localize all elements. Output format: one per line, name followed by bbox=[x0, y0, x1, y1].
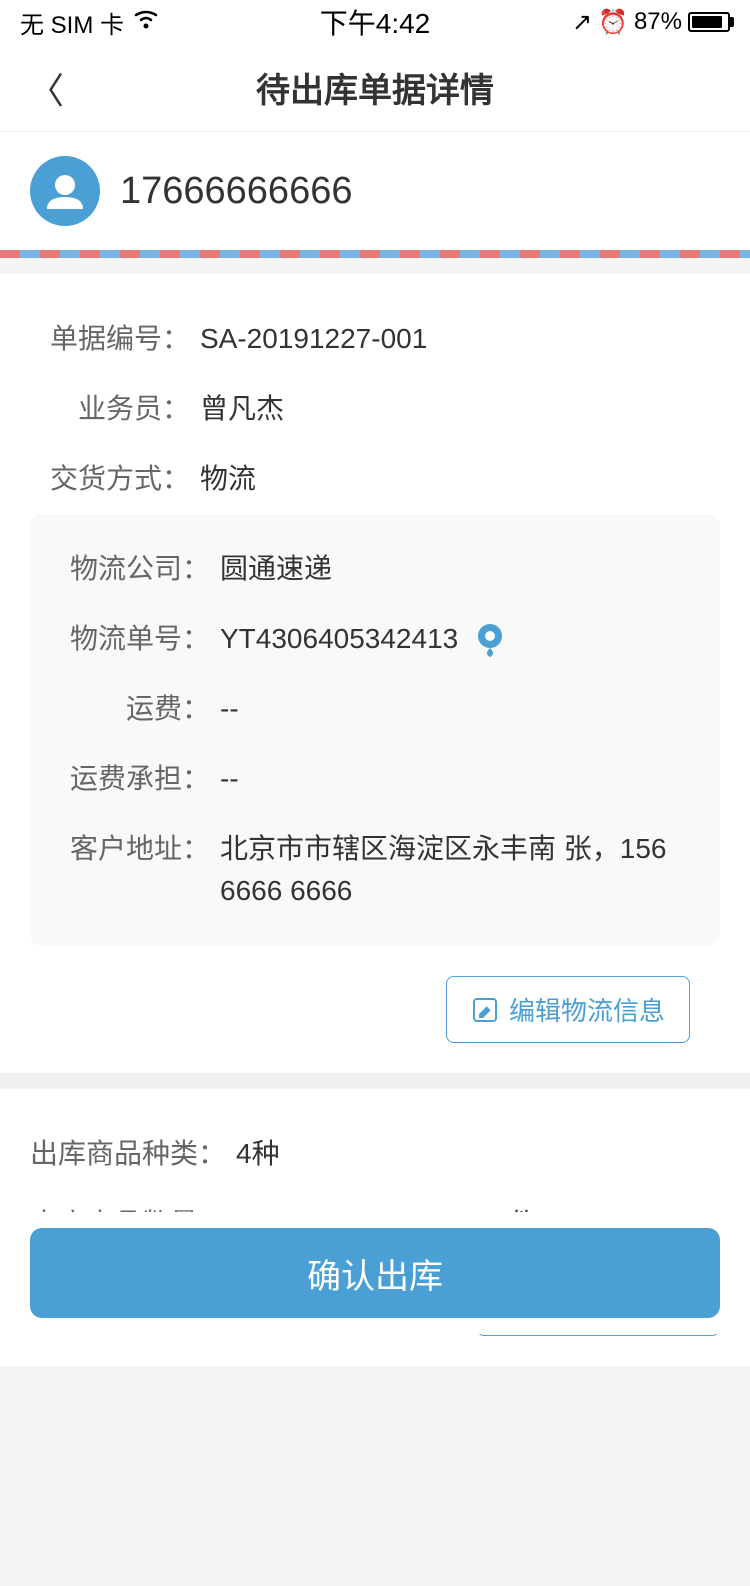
delivery-method-row: 交货方式： 物流 bbox=[30, 444, 720, 514]
address-value: 北京市市辖区海淀区永丰南 张，156 6666 6666 bbox=[210, 828, 700, 912]
order-no-label: 单据编号： bbox=[30, 318, 190, 360]
logistics-company-label: 物流公司： bbox=[50, 548, 210, 590]
address-row: 客户地址： 北京市市辖区海淀区永丰南 张，156 6666 6666 bbox=[50, 814, 700, 926]
order-no-value: SA-20191227-001 bbox=[190, 318, 720, 360]
logistics-company-row: 物流公司： 圆通速递 bbox=[50, 534, 700, 604]
status-bar-left: 无 SIM 卡 bbox=[20, 5, 160, 40]
goods-type-label: 出库商品种类： bbox=[30, 1133, 226, 1175]
confirm-label: 确认出库 bbox=[307, 1249, 443, 1298]
delivery-method-value: 物流 bbox=[190, 458, 720, 500]
content-spacer bbox=[0, 1366, 750, 1586]
edit-icon bbox=[471, 996, 499, 1024]
bottom-bar: 确认出库 bbox=[0, 1212, 750, 1334]
freight-row: 运费： -- bbox=[50, 674, 700, 744]
avatar bbox=[30, 156, 100, 226]
user-icon bbox=[43, 169, 87, 213]
map-location-icon[interactable] bbox=[472, 621, 508, 657]
goods-type-value: 4种 bbox=[226, 1133, 720, 1175]
edit-logistics-button[interactable]: 编辑物流信息 bbox=[446, 976, 690, 1043]
back-button[interactable]: 〈 bbox=[28, 62, 64, 114]
logistics-company-value: 圆通速递 bbox=[210, 548, 700, 590]
battery-icon bbox=[688, 12, 730, 32]
dashed-divider bbox=[0, 250, 750, 258]
logistics-card: 物流公司： 圆通速递 物流单号： YT4306405342413 运费： -- … bbox=[30, 514, 720, 946]
freight-value: -- bbox=[210, 688, 700, 730]
carrier-label: 无 SIM 卡 bbox=[20, 5, 124, 40]
sales-person-value: 曾凡杰 bbox=[190, 388, 720, 430]
status-bar-right: ↗ ⏰ 87% bbox=[572, 8, 730, 37]
delivery-method-label: 交货方式： bbox=[30, 458, 190, 500]
battery-label: 87% bbox=[634, 8, 682, 36]
edit-logistics-label: 编辑物流信息 bbox=[509, 991, 665, 1028]
freight-label: 运费： bbox=[50, 688, 210, 730]
status-bar: 无 SIM 卡 下午4:42 ↗ ⏰ 87% bbox=[0, 0, 750, 44]
address-label: 客户地址： bbox=[50, 828, 210, 870]
alarm-icon: ⏰ bbox=[598, 8, 628, 37]
freight-bearer-row: 运费承担： -- bbox=[50, 744, 700, 814]
order-info-section: 单据编号： SA-20191227-001 业务员： 曾凡杰 交货方式： 物流 … bbox=[0, 274, 750, 1073]
tracking-no-row: 物流单号： YT4306405342413 bbox=[50, 604, 700, 674]
freight-bearer-value: -- bbox=[210, 758, 700, 800]
customer-phone: 17666666666 bbox=[120, 170, 352, 213]
sales-person-label: 业务员： bbox=[30, 388, 190, 430]
confirm-button[interactable]: 确认出库 bbox=[30, 1228, 720, 1318]
wifi-icon bbox=[132, 8, 160, 36]
page-title: 待出库单据详情 bbox=[256, 63, 494, 112]
freight-bearer-label: 运费承担： bbox=[50, 758, 210, 800]
nav-bar: 〈 待出库单据详情 bbox=[0, 44, 750, 132]
goods-type-row: 出库商品种类： 4种 bbox=[30, 1119, 720, 1189]
status-bar-time: 下午4:42 bbox=[320, 2, 431, 42]
sales-person-row: 业务员： 曾凡杰 bbox=[30, 374, 720, 444]
section-divider bbox=[0, 1073, 750, 1089]
tracking-no-value: YT4306405342413 bbox=[210, 618, 700, 660]
order-no-row: 单据编号： SA-20191227-001 bbox=[30, 304, 720, 374]
location-status-icon: ↗ bbox=[572, 8, 592, 37]
customer-header: 17666666666 bbox=[0, 132, 750, 250]
edit-logistics-area: 编辑物流信息 bbox=[30, 966, 720, 1073]
tracking-no-label: 物流单号： bbox=[50, 618, 210, 660]
